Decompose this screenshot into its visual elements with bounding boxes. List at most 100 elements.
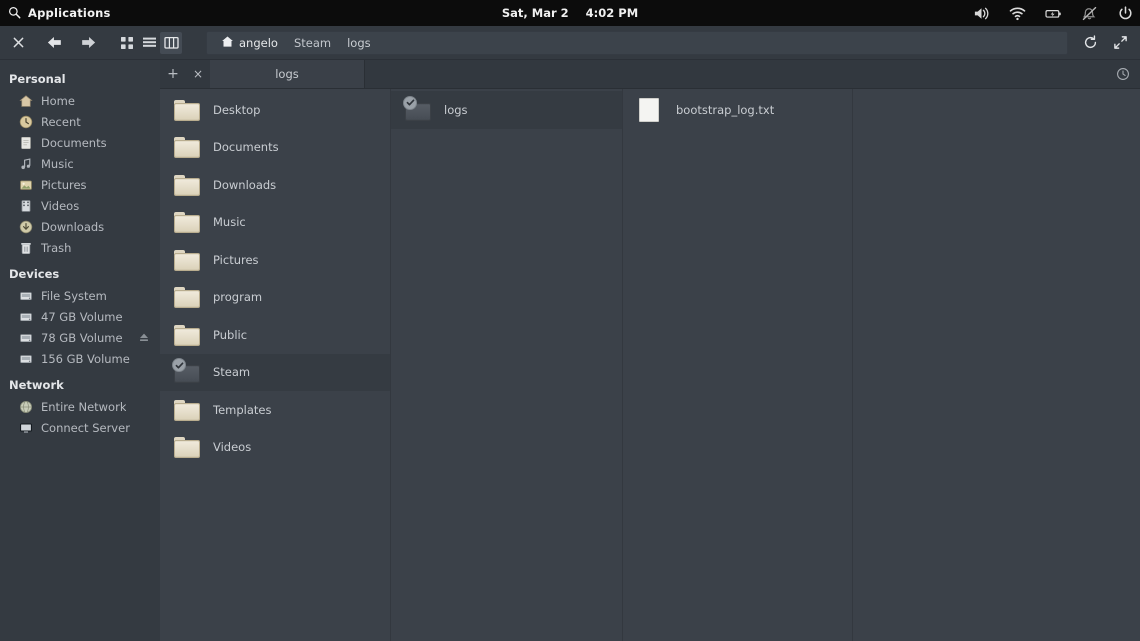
breadcrumb-item-home[interactable]: angelo bbox=[213, 32, 286, 54]
sidebar-item-videos[interactable]: Videos bbox=[0, 195, 160, 216]
drive-icon bbox=[18, 309, 33, 324]
column-home[interactable]: Desktop Documents Downloads Music Pictur… bbox=[160, 89, 391, 641]
drive-icon bbox=[18, 330, 33, 345]
sidebar-item-label: Recent bbox=[41, 114, 81, 129]
toolbar-right-actions bbox=[1076, 30, 1140, 56]
places-sidebar: Personal Home Recent Documents Music Pic… bbox=[0, 60, 160, 641]
list-item[interactable]: Videos bbox=[160, 429, 390, 467]
connect-server-icon bbox=[18, 420, 33, 435]
sidebar-item-entire-network[interactable]: Entire Network bbox=[0, 396, 160, 417]
breadcrumb-item-logs[interactable]: logs bbox=[339, 32, 379, 54]
forward-button[interactable] bbox=[74, 30, 102, 56]
sidebar-item-recent[interactable]: Recent bbox=[0, 111, 160, 132]
file-name: Pictures bbox=[213, 252, 259, 267]
sidebar-item-connect-server[interactable]: Connect Server bbox=[0, 417, 160, 438]
file-manager-window: Applications Sat, Mar 2 4:02 PM angelo S… bbox=[0, 0, 1140, 641]
sidebar-item-volume-78gb[interactable]: 78 GB Volume bbox=[0, 327, 160, 348]
pictures-icon bbox=[18, 177, 33, 192]
column-steam[interactable]: logs bbox=[391, 89, 623, 641]
sidebar-item-trash[interactable]: Trash bbox=[0, 237, 160, 258]
column-preview[interactable] bbox=[853, 89, 1140, 641]
breadcrumb-label: angelo bbox=[239, 35, 278, 50]
network-icon bbox=[18, 399, 33, 414]
column-view: Desktop Documents Downloads Music Pictur… bbox=[160, 89, 1140, 641]
reload-button[interactable] bbox=[1076, 30, 1104, 56]
sidebar-item-volume-156gb[interactable]: 156 GB Volume bbox=[0, 348, 160, 369]
folder-icon bbox=[172, 246, 202, 274]
list-item[interactable]: Public bbox=[160, 316, 390, 354]
wifi-icon[interactable] bbox=[1008, 0, 1026, 26]
file-name: bootstrap_log.txt bbox=[676, 102, 775, 117]
clock-date[interactable]: Sat, Mar 2 bbox=[502, 6, 569, 20]
sidebar-item-label: 156 GB Volume bbox=[41, 351, 130, 366]
notification-muted-icon[interactable] bbox=[1080, 0, 1098, 26]
sidebar-item-label: Music bbox=[41, 156, 74, 171]
folder-icon bbox=[172, 321, 202, 349]
desktop-top-panel: Applications Sat, Mar 2 4:02 PM bbox=[0, 0, 1140, 26]
sidebar-item-label: File System bbox=[41, 288, 107, 303]
sidebar-item-volume-47gb[interactable]: 47 GB Volume bbox=[0, 306, 160, 327]
list-item[interactable]: Pictures bbox=[160, 241, 390, 279]
new-tab-button[interactable]: + bbox=[160, 60, 186, 88]
system-tray bbox=[972, 0, 1134, 26]
folder-icon bbox=[403, 95, 433, 124]
eject-icon[interactable] bbox=[138, 332, 150, 343]
sidebar-item-pictures[interactable]: Pictures bbox=[0, 174, 160, 195]
history-icon[interactable] bbox=[1106, 60, 1140, 88]
folder-icon bbox=[172, 208, 202, 236]
folder-icon bbox=[172, 433, 202, 461]
back-button[interactable] bbox=[40, 30, 68, 56]
list-item[interactable]: Downloads bbox=[160, 166, 390, 204]
list-item[interactable]: Desktop bbox=[160, 91, 390, 129]
view-list-button[interactable] bbox=[138, 32, 160, 54]
sidebar-item-music[interactable]: Music bbox=[0, 153, 160, 174]
sidebar-item-documents[interactable]: Documents bbox=[0, 132, 160, 153]
file-name: logs bbox=[444, 102, 468, 117]
sidebar-item-file-system[interactable]: File System bbox=[0, 285, 160, 306]
file-name: Downloads bbox=[213, 177, 277, 192]
column-logs[interactable]: bootstrap_log.txt bbox=[623, 89, 853, 641]
folder-icon bbox=[172, 133, 202, 161]
tab-logs[interactable]: logs bbox=[210, 60, 365, 88]
navigation-buttons bbox=[40, 30, 102, 56]
folder-icon bbox=[172, 96, 202, 124]
list-item[interactable]: Documents bbox=[160, 129, 390, 167]
applications-menu-label: Applications bbox=[28, 6, 111, 20]
list-item[interactable]: Music bbox=[160, 204, 390, 242]
folder-icon bbox=[172, 171, 202, 199]
list-item[interactable]: logs bbox=[391, 91, 622, 129]
music-icon bbox=[18, 156, 33, 171]
list-item[interactable]: Templates bbox=[160, 391, 390, 429]
clock-time[interactable]: 4:02 PM bbox=[586, 6, 638, 20]
applications-menu-button[interactable]: Applications bbox=[0, 4, 111, 23]
videos-icon bbox=[18, 198, 33, 213]
folder-icon bbox=[172, 358, 202, 386]
power-icon[interactable] bbox=[1116, 0, 1134, 26]
view-icons-button[interactable] bbox=[116, 32, 138, 54]
sidebar-item-label: Pictures bbox=[41, 177, 87, 192]
documents-icon bbox=[18, 135, 33, 150]
view-columns-button[interactable] bbox=[160, 31, 182, 54]
close-window-button[interactable] bbox=[4, 30, 32, 56]
drive-icon bbox=[18, 288, 33, 303]
list-item[interactable]: Steam bbox=[160, 353, 390, 391]
breadcrumb-item-steam[interactable]: Steam bbox=[286, 32, 339, 54]
volume-icon[interactable] bbox=[972, 0, 990, 26]
sidebar-item-downloads[interactable]: Downloads bbox=[0, 216, 160, 237]
file-name: Documents bbox=[213, 140, 279, 155]
list-item[interactable]: program bbox=[160, 279, 390, 317]
sidebar-item-label: 47 GB Volume bbox=[41, 309, 123, 324]
home-icon bbox=[221, 35, 234, 51]
close-tab-button[interactable]: × bbox=[186, 60, 210, 88]
trash-icon bbox=[18, 240, 33, 255]
battery-icon[interactable] bbox=[1044, 0, 1062, 26]
home-icon bbox=[18, 93, 33, 108]
window-toolbar: angelo Steam logs bbox=[0, 26, 1140, 60]
list-item[interactable]: bootstrap_log.txt bbox=[623, 91, 852, 129]
fullscreen-button[interactable] bbox=[1106, 30, 1134, 56]
panel-clock[interactable]: Sat, Mar 2 4:02 PM bbox=[0, 0, 1140, 26]
text-file-icon bbox=[635, 96, 665, 124]
sidebar-item-label: Entire Network bbox=[41, 399, 127, 414]
file-name: Videos bbox=[213, 440, 252, 455]
sidebar-item-home[interactable]: Home bbox=[0, 90, 160, 111]
